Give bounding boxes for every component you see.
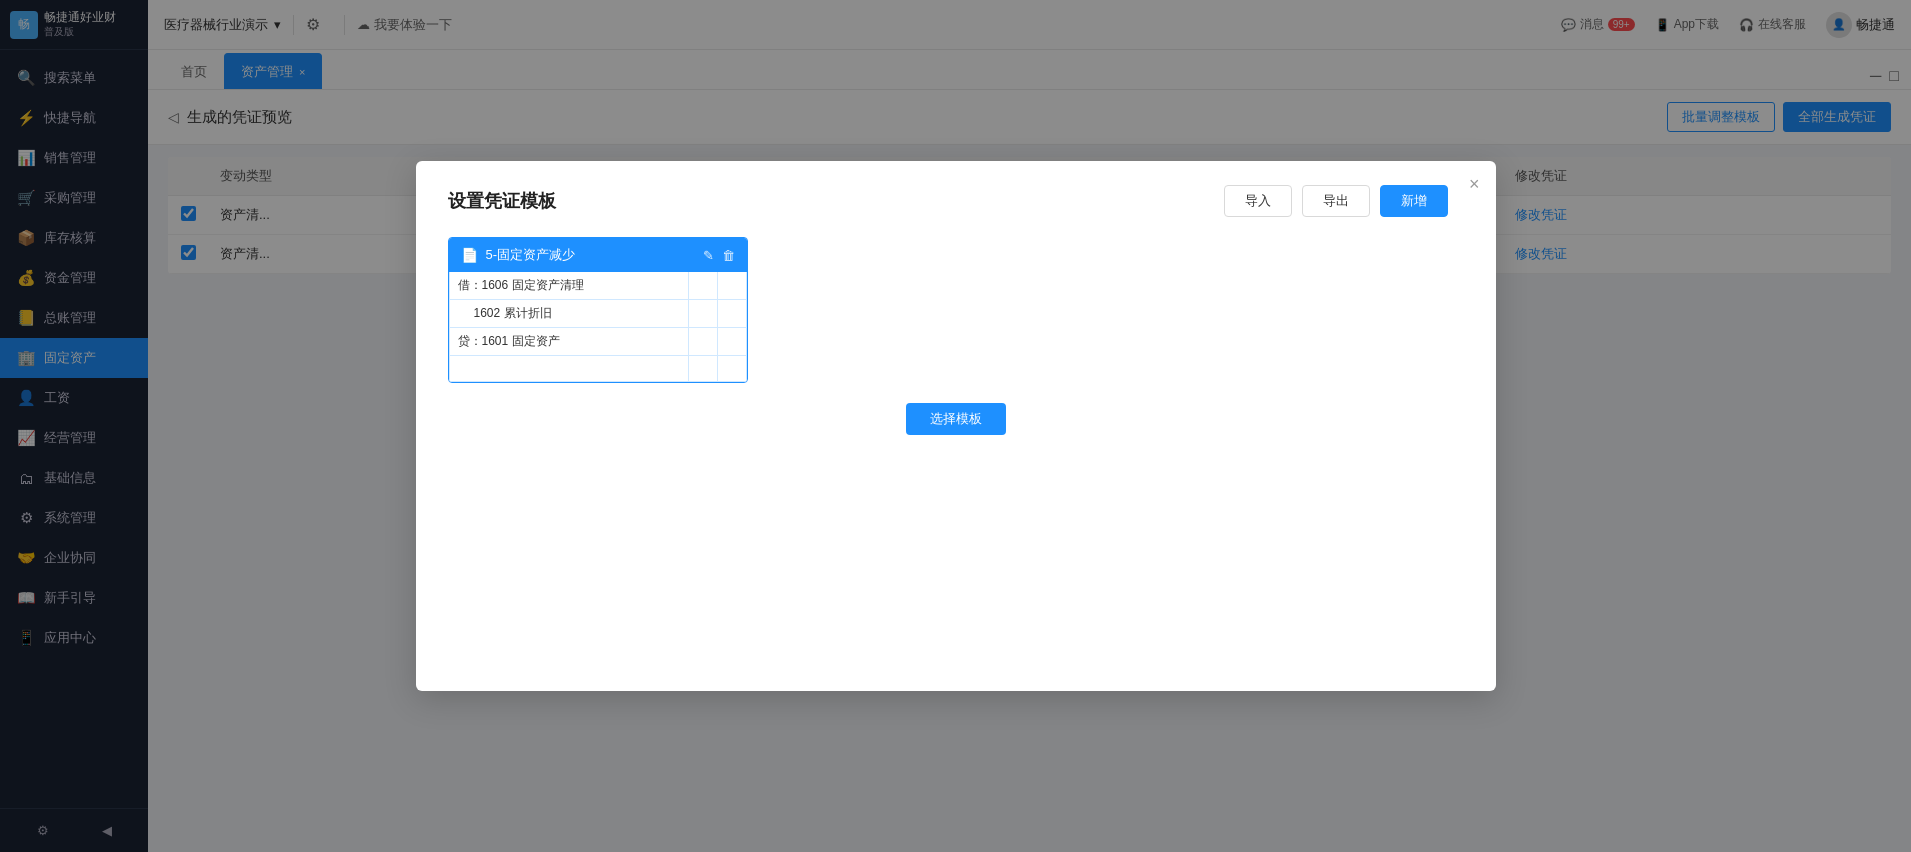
template-row: 1602 累计折旧 bbox=[449, 300, 746, 328]
template-cell-col2 bbox=[689, 356, 718, 382]
export-button[interactable]: 导出 bbox=[1302, 185, 1370, 217]
template-card-title: 5-固定资产减少 bbox=[486, 246, 695, 264]
template-cell-col2 bbox=[689, 300, 718, 328]
import-button[interactable]: 导入 bbox=[1224, 185, 1292, 217]
template-card-header: 📄 5-固定资产减少 ✎ 🗑 bbox=[449, 238, 747, 272]
template-table: 借：1606 固定资产清理 1602 累计折旧 贷：1601 固定资产 bbox=[449, 272, 747, 382]
template-delete-icon[interactable]: 🗑 bbox=[722, 248, 735, 263]
voucher-template-modal: 设置凭证模板 × 导入 导出 新增 📄 5-固定资产减少 ✎ 🗑 借：1606 … bbox=[416, 161, 1496, 691]
choose-template-button[interactable]: 选择模板 bbox=[906, 403, 1006, 435]
template-card-actions: ✎ 🗑 bbox=[703, 248, 735, 263]
modal-toolbar: 导入 导出 新增 bbox=[1224, 185, 1448, 217]
template-cell-col2 bbox=[689, 272, 718, 300]
template-edit-icon[interactable]: ✎ bbox=[703, 248, 714, 263]
template-cell-col2 bbox=[689, 328, 718, 356]
template-cell-label: 1602 累计折旧 bbox=[449, 300, 689, 328]
template-row: 借：1606 固定资产清理 bbox=[449, 272, 746, 300]
template-row bbox=[449, 356, 746, 382]
modal-overlay: 设置凭证模板 × 导入 导出 新增 📄 5-固定资产减少 ✎ 🗑 借：1606 … bbox=[0, 0, 1911, 852]
modal-close-button[interactable]: × bbox=[1469, 175, 1480, 193]
template-cell-col3 bbox=[717, 356, 746, 382]
template-cell-col3 bbox=[717, 300, 746, 328]
template-cell-col3 bbox=[717, 272, 746, 300]
template-cell-empty bbox=[449, 356, 689, 382]
template-cell-label: 贷：1601 固定资产 bbox=[449, 328, 689, 356]
template-card: 📄 5-固定资产减少 ✎ 🗑 借：1606 固定资产清理 1602 累计折旧 bbox=[448, 237, 748, 383]
template-cell-col3 bbox=[717, 328, 746, 356]
template-cell-label: 借：1606 固定资产清理 bbox=[449, 272, 689, 300]
template-doc-icon: 📄 bbox=[461, 247, 478, 263]
template-row: 贷：1601 固定资产 bbox=[449, 328, 746, 356]
new-template-button[interactable]: 新增 bbox=[1380, 185, 1448, 217]
